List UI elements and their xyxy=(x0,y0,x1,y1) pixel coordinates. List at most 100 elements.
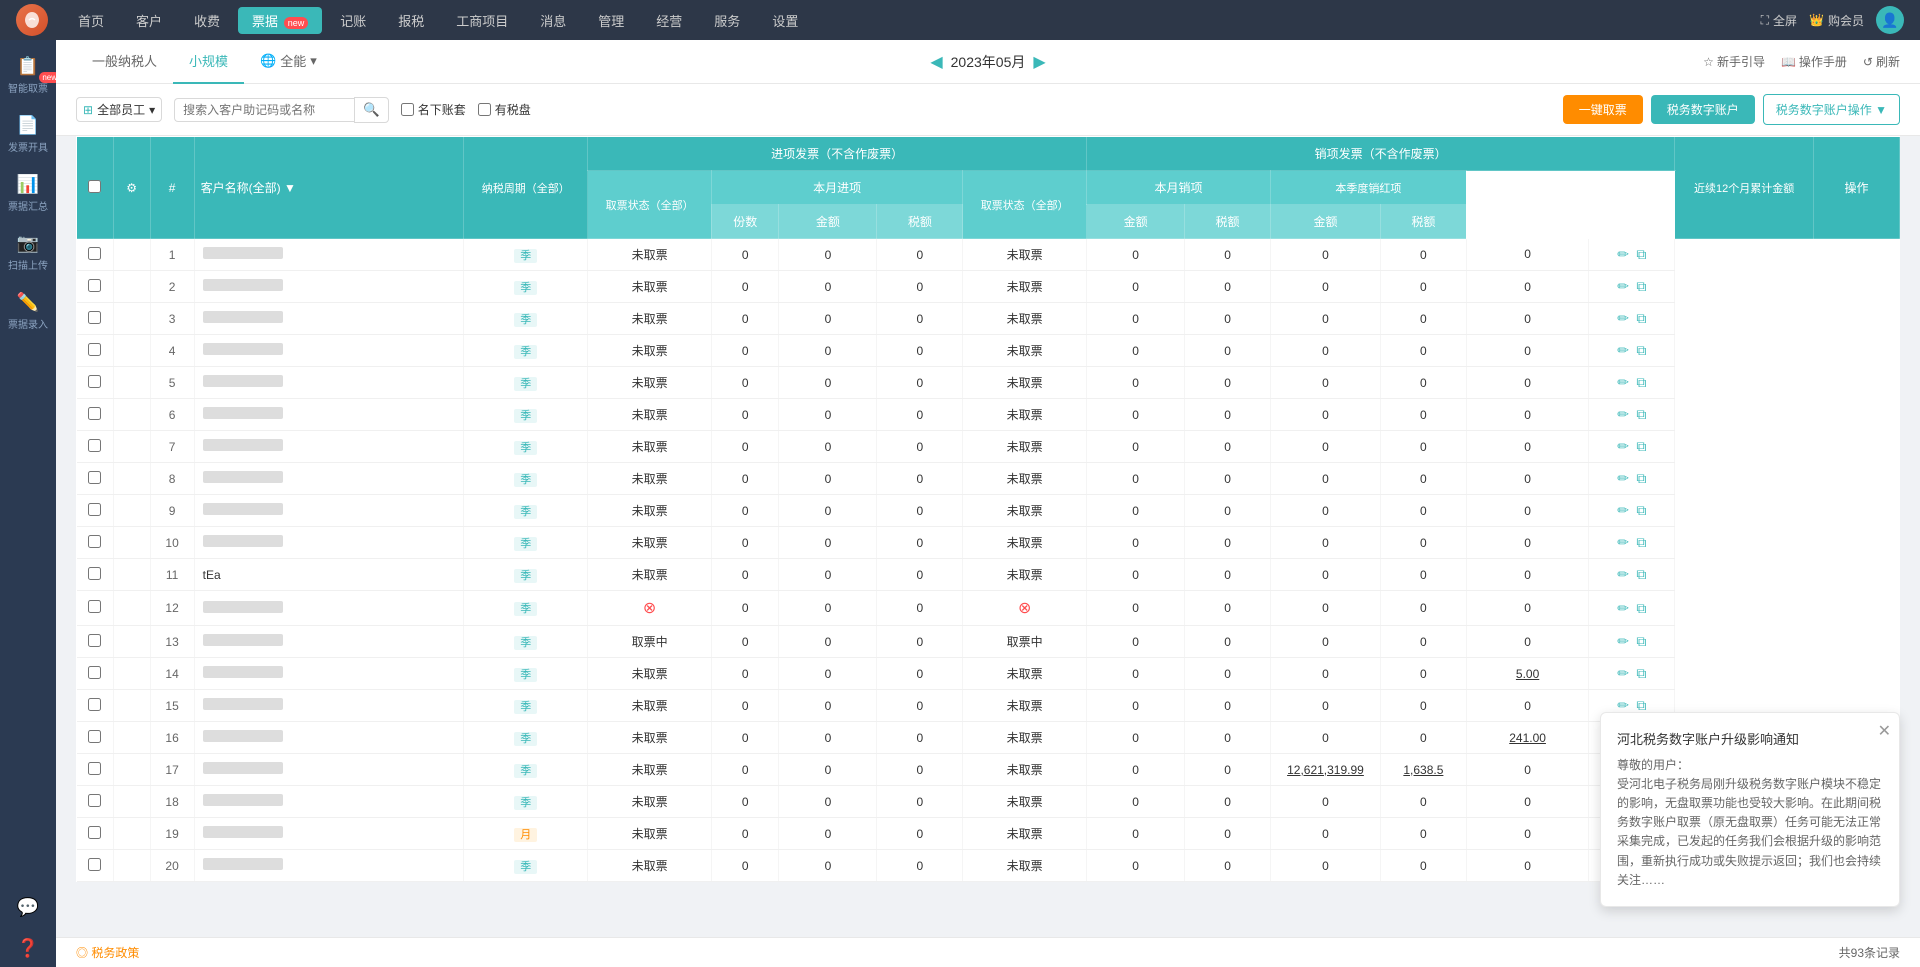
app-logo[interactable] xyxy=(16,4,48,36)
row-checkbox[interactable] xyxy=(88,407,101,420)
copy-icon[interactable]: ⧉ xyxy=(1636,566,1646,582)
edit-icon[interactable]: ✏ xyxy=(1617,342,1629,358)
prev-month-button[interactable]: ◀ xyxy=(930,52,942,72)
th-output-status[interactable]: 取票状态（全部） xyxy=(963,171,1087,239)
edit-icon[interactable]: ✏ xyxy=(1617,697,1629,713)
sidebar-item-help[interactable]: ❓ xyxy=(0,930,56,967)
edit-icon[interactable]: ✏ xyxy=(1617,566,1629,582)
copy-icon[interactable]: ⧉ xyxy=(1636,310,1646,326)
edit-icon[interactable]: ✏ xyxy=(1617,600,1629,616)
row-checkbox[interactable] xyxy=(88,471,101,484)
has-tax-disk-checkbox-label[interactable]: 有税盘 xyxy=(478,101,531,118)
copy-icon[interactable]: ⧉ xyxy=(1636,278,1646,294)
copy-icon[interactable]: ⧉ xyxy=(1636,665,1646,681)
under-account-checkbox-label[interactable]: 名下账套 xyxy=(401,101,466,118)
edit-icon[interactable]: ✏ xyxy=(1617,534,1629,550)
row-customer-name[interactable] xyxy=(194,463,464,495)
edit-icon[interactable]: ✏ xyxy=(1617,633,1629,649)
sidebar-item-scan[interactable]: 📷 扫描上传 xyxy=(0,225,56,280)
copy-icon[interactable]: ⧉ xyxy=(1636,438,1646,454)
nav-fee[interactable]: 收费 xyxy=(180,7,234,34)
row-checkbox[interactable] xyxy=(88,600,101,613)
employee-select[interactable]: ⊞ 全部员工 ▾ xyxy=(76,97,162,122)
notification-close-button[interactable]: ✕ xyxy=(1878,721,1891,741)
sidebar-item-message-bottom[interactable]: 💬 xyxy=(0,889,56,926)
edit-icon[interactable]: ✏ xyxy=(1617,665,1629,681)
row-checkbox[interactable] xyxy=(88,535,101,548)
copy-icon[interactable]: ⧉ xyxy=(1636,633,1646,649)
row-customer-name[interactable] xyxy=(194,399,464,431)
nav-client[interactable]: 客户 xyxy=(122,7,176,34)
row-customer-name[interactable] xyxy=(194,722,464,754)
row-customer-name[interactable] xyxy=(194,850,464,882)
member-button[interactable]: 👑 购会员 xyxy=(1809,12,1864,29)
row-checkbox[interactable] xyxy=(88,858,101,871)
edit-icon[interactable]: ✏ xyxy=(1617,438,1629,454)
row-customer-name[interactable] xyxy=(194,271,464,303)
one-click-fetch-button[interactable]: 一键取票 xyxy=(1563,95,1643,124)
nav-invoice[interactable]: 票据 new xyxy=(238,7,322,34)
row-customer-name[interactable] xyxy=(194,690,464,722)
row-customer-name[interactable]: tEa xyxy=(194,559,464,591)
select-all-checkbox[interactable] xyxy=(88,180,101,193)
row-customer-name[interactable] xyxy=(194,495,464,527)
tax-account-button[interactable]: 税务数字账户 xyxy=(1651,95,1755,124)
row-customer-name[interactable] xyxy=(194,239,464,271)
copy-icon[interactable]: ⧉ xyxy=(1636,342,1646,358)
row-customer-name[interactable] xyxy=(194,335,464,367)
row-checkbox[interactable] xyxy=(88,311,101,324)
tax-account-operation-button[interactable]: 税务数字账户操作 ▼ xyxy=(1763,94,1900,125)
row-checkbox[interactable] xyxy=(88,794,101,807)
row-customer-name[interactable] xyxy=(194,591,464,626)
copy-icon[interactable]: ⧉ xyxy=(1636,470,1646,486)
tab-small-scale[interactable]: 小规模 xyxy=(173,40,244,84)
row-checkbox[interactable] xyxy=(88,247,101,260)
row-checkbox[interactable] xyxy=(88,634,101,647)
edit-icon[interactable]: ✏ xyxy=(1617,502,1629,518)
row-checkbox[interactable] xyxy=(88,666,101,679)
sidebar-item-smart-fetch[interactable]: 📋 智能取票 new xyxy=(0,48,56,103)
row-checkbox[interactable] xyxy=(88,762,101,775)
has-tax-disk-checkbox[interactable] xyxy=(478,103,491,116)
nav-manage[interactable]: 管理 xyxy=(584,7,638,34)
row-customer-name[interactable] xyxy=(194,626,464,658)
refresh-link[interactable]: ↺ 刷新 xyxy=(1863,53,1900,70)
edit-icon[interactable]: ✏ xyxy=(1617,246,1629,262)
user-avatar[interactable]: 👤 xyxy=(1876,6,1904,34)
nav-home[interactable]: 首页 xyxy=(64,7,118,34)
copy-icon[interactable]: ⧉ xyxy=(1636,374,1646,390)
row-checkbox[interactable] xyxy=(88,567,101,580)
row-customer-name[interactable] xyxy=(194,818,464,850)
copy-icon[interactable]: ⧉ xyxy=(1636,246,1646,262)
edit-icon[interactable]: ✏ xyxy=(1617,374,1629,390)
row-customer-name[interactable] xyxy=(194,367,464,399)
sidebar-item-open-invoice[interactable]: 📄 发票开具 xyxy=(0,107,56,162)
copy-icon[interactable]: ⧉ xyxy=(1636,534,1646,550)
edit-icon[interactable]: ✏ xyxy=(1617,310,1629,326)
tax-policy-link[interactable]: ◎ 税务政策 xyxy=(76,944,139,961)
row-checkbox[interactable] xyxy=(88,279,101,292)
row-customer-name[interactable] xyxy=(194,303,464,335)
copy-icon[interactable]: ⧉ xyxy=(1636,697,1646,713)
under-account-checkbox[interactable] xyxy=(401,103,414,116)
copy-icon[interactable]: ⧉ xyxy=(1636,502,1646,518)
row-customer-name[interactable] xyxy=(194,431,464,463)
row-checkbox[interactable] xyxy=(88,698,101,711)
search-button[interactable]: 🔍 xyxy=(354,97,389,123)
new-guide-link[interactable]: ☆ 新手引导 xyxy=(1703,53,1765,70)
copy-icon[interactable]: ⧉ xyxy=(1636,600,1646,616)
nav-service[interactable]: 服务 xyxy=(700,7,754,34)
row-checkbox[interactable] xyxy=(88,343,101,356)
nav-settings[interactable]: 设置 xyxy=(758,7,812,34)
row-customer-name[interactable] xyxy=(194,786,464,818)
nav-commerce[interactable]: 工商项目 xyxy=(442,7,522,34)
row-checkbox[interactable] xyxy=(88,439,101,452)
row-checkbox[interactable] xyxy=(88,730,101,743)
next-month-button[interactable]: ▶ xyxy=(1033,52,1045,72)
row-checkbox[interactable] xyxy=(88,503,101,516)
manual-link[interactable]: 📖 操作手册 xyxy=(1781,53,1847,70)
copy-icon[interactable]: ⧉ xyxy=(1636,406,1646,422)
row-customer-name[interactable] xyxy=(194,527,464,559)
search-input[interactable] xyxy=(174,98,354,122)
edit-icon[interactable]: ✏ xyxy=(1617,278,1629,294)
